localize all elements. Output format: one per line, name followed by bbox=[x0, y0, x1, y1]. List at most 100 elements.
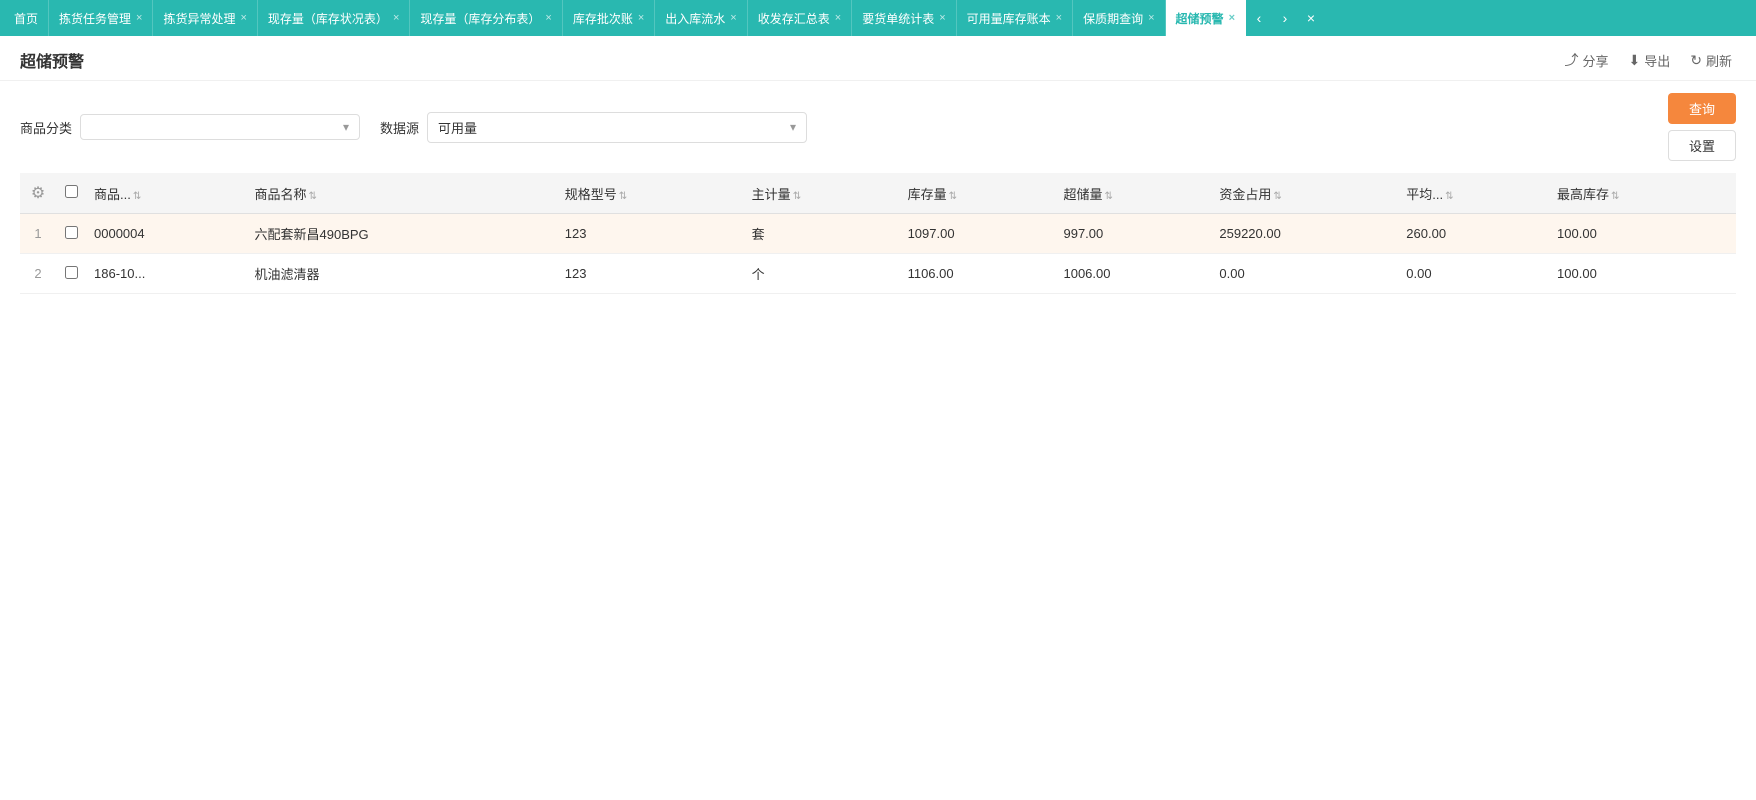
column-capital-usage[interactable]: 资金占用 bbox=[1211, 173, 1398, 214]
export-icon: ⬇ bbox=[1629, 52, 1641, 69]
nav-tab-pick-task-label: 拣货任务管理 bbox=[59, 10, 131, 27]
nav-tab-avail-stock-close[interactable]: × bbox=[1056, 12, 1062, 24]
column-over-stock[interactable]: 超储量 bbox=[1055, 173, 1211, 214]
nav-prev-arrow[interactable]: ‹ bbox=[1246, 0, 1272, 36]
sort-over-stock-icon bbox=[1103, 187, 1113, 202]
refresh-icon: ↻ bbox=[1690, 52, 1702, 69]
data-source-select[interactable]: 可用量 ▾ bbox=[427, 112, 807, 143]
column-avg[interactable]: 平均... bbox=[1398, 173, 1549, 214]
nav-tab-stock-dist-close[interactable]: × bbox=[545, 12, 551, 24]
column-gear: ⚙ bbox=[20, 173, 56, 214]
page-title: 超储预警 bbox=[20, 48, 84, 72]
product-category-select[interactable]: ▾ bbox=[80, 114, 360, 140]
nav-tab-pick-task-close[interactable]: × bbox=[136, 12, 142, 24]
row-checkbox-cell bbox=[56, 254, 86, 294]
sort-stock-icon bbox=[947, 187, 957, 202]
nav-tab-inout-flow-label: 出入库流水 bbox=[665, 10, 725, 27]
row-max-stock: 100.00 bbox=[1549, 254, 1736, 294]
column-max-stock-label: 最高库存 bbox=[1557, 187, 1609, 202]
nav-tab-home-label: 首页 bbox=[14, 10, 38, 27]
nav-tab-overstock[interactable]: 超储预警 × bbox=[1166, 0, 1246, 36]
row-over-stock: 997.00 bbox=[1055, 214, 1211, 254]
column-spec-label: 规格型号 bbox=[565, 187, 617, 202]
nav-tab-expiry-close[interactable]: × bbox=[1148, 12, 1154, 24]
column-checkbox-all bbox=[56, 173, 86, 214]
nav-tab-expiry[interactable]: 保质期查询 × bbox=[1073, 0, 1165, 36]
row-index: 1 bbox=[20, 214, 56, 254]
nav-tab-stock-dist[interactable]: 现存量（库存分布表） × bbox=[410, 0, 562, 36]
nav-tab-summary[interactable]: 收发存汇总表 × bbox=[748, 0, 852, 36]
select-all-checkbox[interactable] bbox=[65, 185, 78, 198]
nav-tab-inout-flow[interactable]: 出入库流水 × bbox=[655, 0, 747, 36]
nav-tab-summary-label: 收发存汇总表 bbox=[758, 10, 830, 27]
nav-tab-stock-batch-label: 库存批次账 bbox=[573, 10, 633, 27]
nav-tab-overstock-close[interactable]: × bbox=[1229, 12, 1235, 24]
page-header: 超储预警 ⤴ 分享 ⬇ 导出 ↻ 刷新 bbox=[0, 36, 1756, 81]
table-header-row: ⚙ 商品... 商品名称 规格型号 主计量 bbox=[20, 173, 1736, 214]
row-product-name: 六配套新昌490BPG bbox=[247, 214, 557, 254]
row-checkbox[interactable] bbox=[65, 266, 78, 279]
row-product-code: 186-10... bbox=[86, 254, 247, 294]
column-stock-label: 库存量 bbox=[908, 187, 947, 202]
nav-tab-order-stats-close[interactable]: × bbox=[939, 12, 945, 24]
filter-bar: 商品分类 ▾ 数据源 可用量 ▾ 查询 设置 bbox=[0, 81, 1756, 173]
gear-settings-icon[interactable]: ⚙ bbox=[31, 185, 45, 202]
sort-product-code-icon bbox=[131, 187, 141, 202]
nav-tab-stock-batch[interactable]: 库存批次账 × bbox=[563, 0, 655, 36]
nav-tab-avail-stock[interactable]: 可用量库存账本 × bbox=[957, 0, 1073, 36]
nav-tab-pick-exception-close[interactable]: × bbox=[240, 12, 246, 24]
column-unit[interactable]: 主计量 bbox=[744, 173, 900, 214]
settings-button[interactable]: 设置 bbox=[1668, 130, 1736, 161]
export-button[interactable]: ⬇ 导出 bbox=[1625, 49, 1675, 72]
nav-tab-summary-close[interactable]: × bbox=[835, 12, 841, 24]
row-checkbox-cell bbox=[56, 214, 86, 254]
column-unit-label: 主计量 bbox=[752, 187, 791, 202]
data-source-arrow-icon: ▾ bbox=[790, 120, 796, 134]
row-product-code: 0000004 bbox=[86, 214, 247, 254]
nav-tab-stock-status-label: 现存量（库存状况表） bbox=[268, 10, 388, 27]
product-category-label: 商品分类 bbox=[20, 118, 72, 137]
nav-tab-pick-exception-label: 拣货异常处理 bbox=[163, 10, 235, 27]
nav-tab-pick-exception[interactable]: 拣货异常处理 × bbox=[153, 0, 257, 36]
nav-tab-stock-status[interactable]: 现存量（库存状况表） × bbox=[258, 0, 410, 36]
query-button[interactable]: 查询 bbox=[1668, 93, 1736, 124]
sort-spec-icon bbox=[617, 187, 627, 202]
column-max-stock[interactable]: 最高库存 bbox=[1549, 173, 1736, 214]
share-button[interactable]: ⤴ 分享 bbox=[1560, 48, 1612, 72]
column-stock[interactable]: 库存量 bbox=[900, 173, 1056, 214]
column-product-code-label: 商品... bbox=[94, 187, 131, 202]
column-product-code[interactable]: 商品... bbox=[86, 173, 247, 214]
row-max-stock: 100.00 bbox=[1549, 214, 1736, 254]
row-index: 2 bbox=[20, 254, 56, 294]
column-over-stock-label: 超储量 bbox=[1063, 187, 1102, 202]
share-icon: ⤴ bbox=[1564, 50, 1578, 70]
product-category-filter: 商品分类 ▾ bbox=[20, 114, 360, 140]
nav-tab-order-stats[interactable]: 要货单统计表 × bbox=[852, 0, 956, 36]
top-navigation: 首页 拣货任务管理 × 拣货异常处理 × 现存量（库存状况表） × 现存量（库存… bbox=[0, 0, 1756, 36]
nav-tab-stock-status-close[interactable]: × bbox=[393, 12, 399, 24]
row-checkbox[interactable] bbox=[65, 226, 78, 239]
row-product-name: 机油滤清器 bbox=[247, 254, 557, 294]
row-avg: 0.00 bbox=[1398, 254, 1549, 294]
nav-tab-pick-task[interactable]: 拣货任务管理 × bbox=[49, 0, 153, 36]
nav-tab-inout-flow-close[interactable]: × bbox=[730, 12, 736, 24]
nav-tab-stock-batch-close[interactable]: × bbox=[638, 12, 644, 24]
product-category-arrow-icon: ▾ bbox=[343, 120, 349, 134]
sort-unit-icon bbox=[791, 187, 801, 202]
column-product-name[interactable]: 商品名称 bbox=[247, 173, 557, 214]
right-action-buttons: 查询 设置 bbox=[1668, 93, 1736, 161]
column-spec[interactable]: 规格型号 bbox=[557, 173, 744, 214]
overstock-table: ⚙ 商品... 商品名称 规格型号 主计量 bbox=[20, 173, 1736, 294]
data-source-value: 可用量 bbox=[438, 118, 477, 137]
nav-tab-home[interactable]: 首页 bbox=[4, 0, 49, 36]
nav-next-arrow[interactable]: › bbox=[1272, 0, 1298, 36]
header-actions: ⤴ 分享 ⬇ 导出 ↻ 刷新 bbox=[1560, 48, 1736, 72]
data-source-label: 数据源 bbox=[380, 118, 419, 137]
nav-close-arrow[interactable]: × bbox=[1298, 0, 1324, 36]
table-row: 1 0000004 六配套新昌490BPG 123 套 1097.00 997.… bbox=[20, 214, 1736, 254]
row-avg: 260.00 bbox=[1398, 214, 1549, 254]
nav-tab-expiry-label: 保质期查询 bbox=[1083, 10, 1143, 27]
row-capital-usage: 259220.00 bbox=[1211, 214, 1398, 254]
sort-max-stock-icon bbox=[1609, 187, 1619, 202]
refresh-button[interactable]: ↻ 刷新 bbox=[1686, 49, 1736, 72]
